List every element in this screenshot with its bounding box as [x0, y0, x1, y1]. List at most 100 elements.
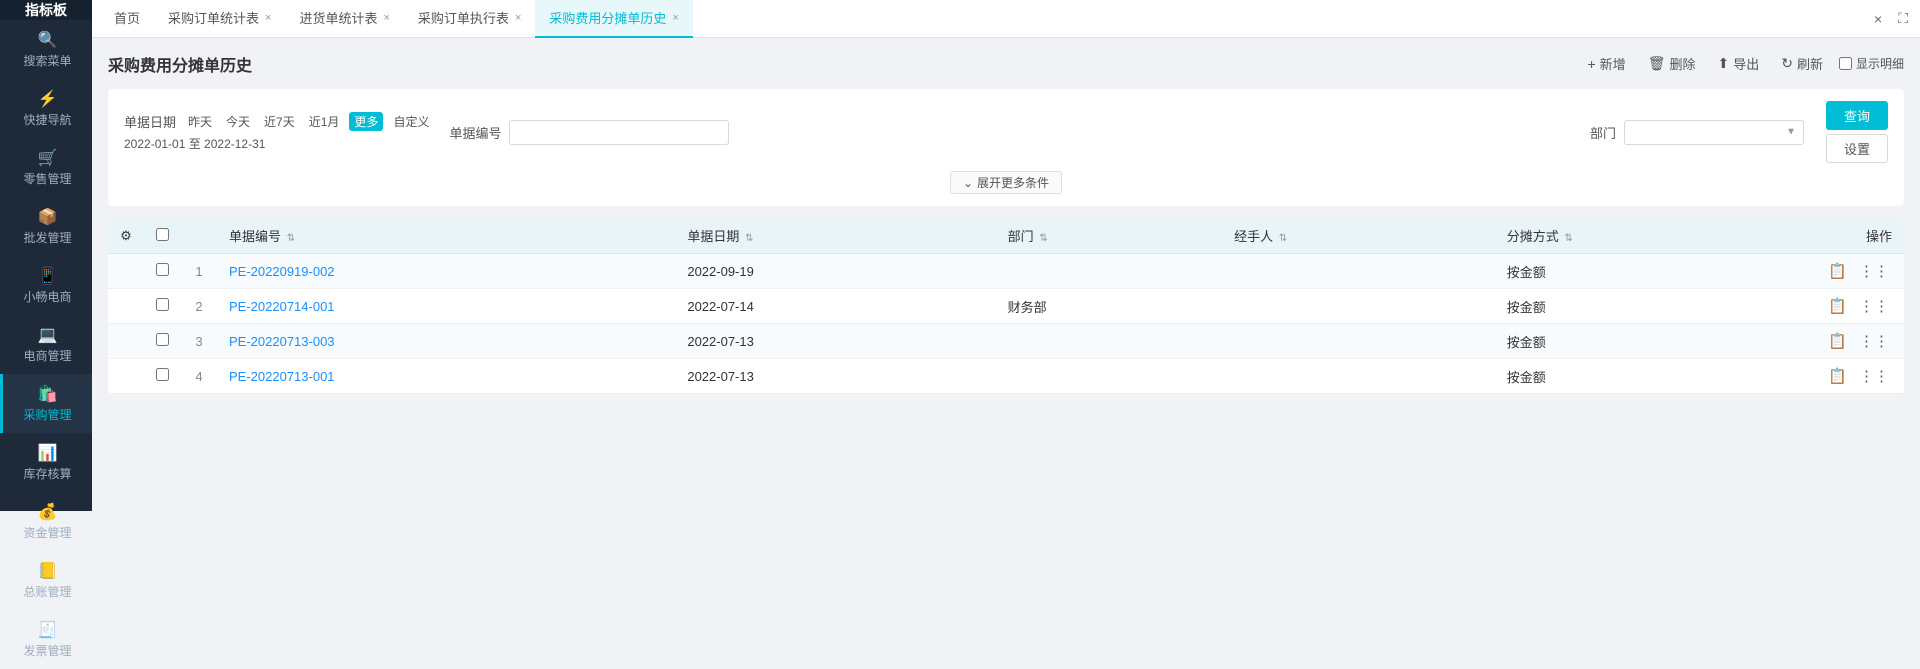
docno-label: 单据编号	[449, 123, 501, 142]
search-button[interactable]: 查询	[1826, 101, 1888, 130]
cell-dept-0	[996, 254, 1223, 289]
tab-purchase-order-stats[interactable]: 采购订单统计表 ×	[154, 0, 285, 38]
expand-row: ⌄ 展开更多条件	[124, 171, 1888, 194]
tab-close-purchase-cost-history[interactable]: ×	[672, 12, 678, 24]
page-header: 采购费用分摊单历史 + 新增 🗑 删除 ⬆ 导出 ↻ 刷新	[108, 50, 1904, 77]
tab-purchase-order-exec[interactable]: 采购订单执行表×	[404, 0, 535, 38]
refresh-icon: ↻	[1781, 55, 1793, 72]
date-more[interactable]: 更多	[349, 112, 383, 131]
filter-section: 单据日期 昨天 今天 近7天 近1月 更多 自定义 2022-01-01 至 2…	[108, 89, 1904, 206]
doc-link-1[interactable]: PE-20220714-001	[229, 299, 335, 314]
sidebar-label-finance: 资金管理	[23, 524, 71, 541]
tab-controls: × ⛶	[1870, 8, 1912, 29]
refresh-button[interactable]: ↻ 刷新	[1775, 50, 1829, 77]
sidebar-item-inventory[interactable]: 📊 库存核算	[0, 433, 92, 492]
expand-more-button[interactable]: ⌄ 展开更多条件	[950, 171, 1062, 194]
col-settings[interactable]: ⚙	[108, 218, 144, 254]
filter-dept-group: 部门 财务部 ▼	[1590, 120, 1810, 145]
sort-split-icon[interactable]: ⇅	[1564, 233, 1572, 244]
row-more-btn-1[interactable]: ⋮⋮	[1856, 296, 1892, 316]
tab-close-purchase-order-exec[interactable]: ×	[515, 12, 521, 24]
sort-handler-icon[interactable]: ⇅	[1279, 233, 1287, 244]
row-more-btn-3[interactable]: ⋮⋮	[1856, 366, 1892, 386]
sidebar-label-wholesale: 批发管理	[23, 229, 71, 246]
cell-actions-0: 📋 ⋮⋮	[1813, 254, 1904, 289]
row-checkbox-1[interactable]	[156, 298, 169, 311]
row-more-btn-2[interactable]: ⋮⋮	[1856, 331, 1892, 351]
date-custom[interactable]: 自定义	[389, 112, 433, 131]
sidebar-item-ledger[interactable]: 📒 总账管理	[0, 551, 92, 610]
cell-date-2: 2022-07-13	[675, 324, 995, 359]
date-label: 单据日期	[124, 112, 176, 131]
sidebar-item-invoice[interactable]: 🧾 发票管理	[0, 610, 92, 669]
sidebar-item-ecommerce[interactable]: 💻 电商管理	[0, 315, 92, 374]
tab-label-purchase-order-stats: 采购订单统计表	[168, 8, 259, 27]
add-button[interactable]: + 新增	[1581, 50, 1631, 77]
search-icon: 🔍	[38, 30, 58, 50]
fullscreen-button[interactable]: ⛶	[1894, 8, 1912, 29]
row-edit-btn-3[interactable]: 📋	[1825, 366, 1850, 386]
row-edit-btn-0[interactable]: 📋	[1825, 261, 1850, 281]
cell-date-3: 2022-07-13	[675, 359, 995, 394]
table-wrapper: ⚙ 单据编号 ⇅ 单据日期 ⇅	[108, 218, 1904, 394]
sidebar-item-search[interactable]: 🔍 搜索菜单	[0, 20, 92, 79]
cell-date-0: 2022-09-19	[675, 254, 995, 289]
sidebar-item-wholesale[interactable]: 📦 批发管理	[0, 197, 92, 256]
date-1month[interactable]: 近1月	[305, 112, 344, 131]
table-body: 1 PE-20220919-002 2022-09-19 按金额 📋 ⋮⋮ 2 …	[108, 254, 1904, 394]
doc-link-0[interactable]: PE-20220919-002	[229, 264, 335, 279]
docno-input[interactable]	[509, 120, 729, 145]
tab-goods-in-stats[interactable]: 进货单统计表×	[285, 0, 403, 38]
col-checkbox	[144, 218, 181, 254]
cell-checkbox-3	[144, 359, 181, 394]
dept-select[interactable]: 财务部	[1624, 120, 1804, 145]
close-all-tabs-button[interactable]: ×	[1870, 9, 1886, 29]
date-shortcuts: 昨天 今天 近7天 近1月 更多 自定义	[184, 112, 433, 131]
tab-home[interactable]: 首页	[100, 0, 154, 38]
delete-button[interactable]: 🗑 删除	[1642, 50, 1702, 77]
row-checkbox-0[interactable]	[156, 263, 169, 276]
finance-icon: 💰	[38, 502, 58, 522]
display-toggle[interactable]: 显示明细	[1839, 55, 1904, 72]
doc-link-2[interactable]: PE-20220713-003	[229, 334, 335, 349]
sort-docno-icon[interactable]: ⇅	[287, 233, 295, 244]
row-edit-btn-1[interactable]: 📋	[1825, 296, 1850, 316]
sidebar-item-miniapp[interactable]: 📱 小畅电商	[0, 256, 92, 315]
filter-settings-button[interactable]: 设置	[1826, 134, 1888, 163]
sidebar-label-search: 搜索菜单	[23, 52, 71, 69]
row-more-btn-0[interactable]: ⋮⋮	[1856, 261, 1892, 281]
cell-handler-1	[1222, 289, 1495, 324]
retail-icon: 🛒	[38, 148, 58, 168]
export-button[interactable]: ⬆ 导出	[1711, 50, 1765, 77]
export-icon: ⬆	[1717, 55, 1729, 72]
date-yesterday[interactable]: 昨天	[184, 112, 216, 131]
sidebar-item-retail[interactable]: 🛒 零售管理	[0, 138, 92, 197]
sidebar-label-retail: 零售管理	[23, 170, 71, 187]
display-toggle-checkbox[interactable]	[1839, 57, 1852, 70]
delete-icon: 🗑	[1648, 55, 1666, 72]
col-dept-label: 部门	[1008, 229, 1034, 244]
tab-purchase-cost-history[interactable]: 采购费用分摊单历史 ×	[535, 0, 692, 38]
col-split-method: 分摊方式 ⇅	[1495, 218, 1814, 254]
col-handler: 经手人 ⇅	[1222, 218, 1495, 254]
sidebar-item-purchase[interactable]: 🛍️ 采购管理	[0, 374, 92, 433]
doc-link-3[interactable]: PE-20220713-001	[229, 369, 335, 384]
row-edit-btn-2[interactable]: 📋	[1825, 331, 1850, 351]
tab-label-purchase-cost-history: 采购费用分摊单历史	[549, 8, 666, 27]
col-rownum	[181, 218, 217, 254]
sidebar-label-shortcut: 快捷导航	[23, 111, 71, 128]
cell-docno-2: PE-20220713-003	[217, 324, 675, 359]
sidebar-item-finance[interactable]: 💰 资金管理	[0, 492, 92, 551]
table-row: 3 PE-20220713-003 2022-07-13 按金额 📋 ⋮⋮	[108, 324, 1904, 359]
row-checkbox-2[interactable]	[156, 333, 169, 346]
tab-close-purchase-order-stats[interactable]: ×	[265, 12, 271, 24]
select-all-checkbox[interactable]	[156, 228, 169, 241]
sidebar-item-shortcut[interactable]: ⚡ 快捷导航	[0, 79, 92, 138]
date-7days[interactable]: 近7天	[260, 112, 299, 131]
sort-date-icon[interactable]: ⇅	[745, 233, 753, 244]
tab-close-goods-in-stats[interactable]: ×	[383, 12, 389, 24]
row-checkbox-3[interactable]	[156, 368, 169, 381]
cell-date-1: 2022-07-14	[675, 289, 995, 324]
sort-dept-icon[interactable]: ⇅	[1039, 233, 1047, 244]
date-today[interactable]: 今天	[222, 112, 254, 131]
